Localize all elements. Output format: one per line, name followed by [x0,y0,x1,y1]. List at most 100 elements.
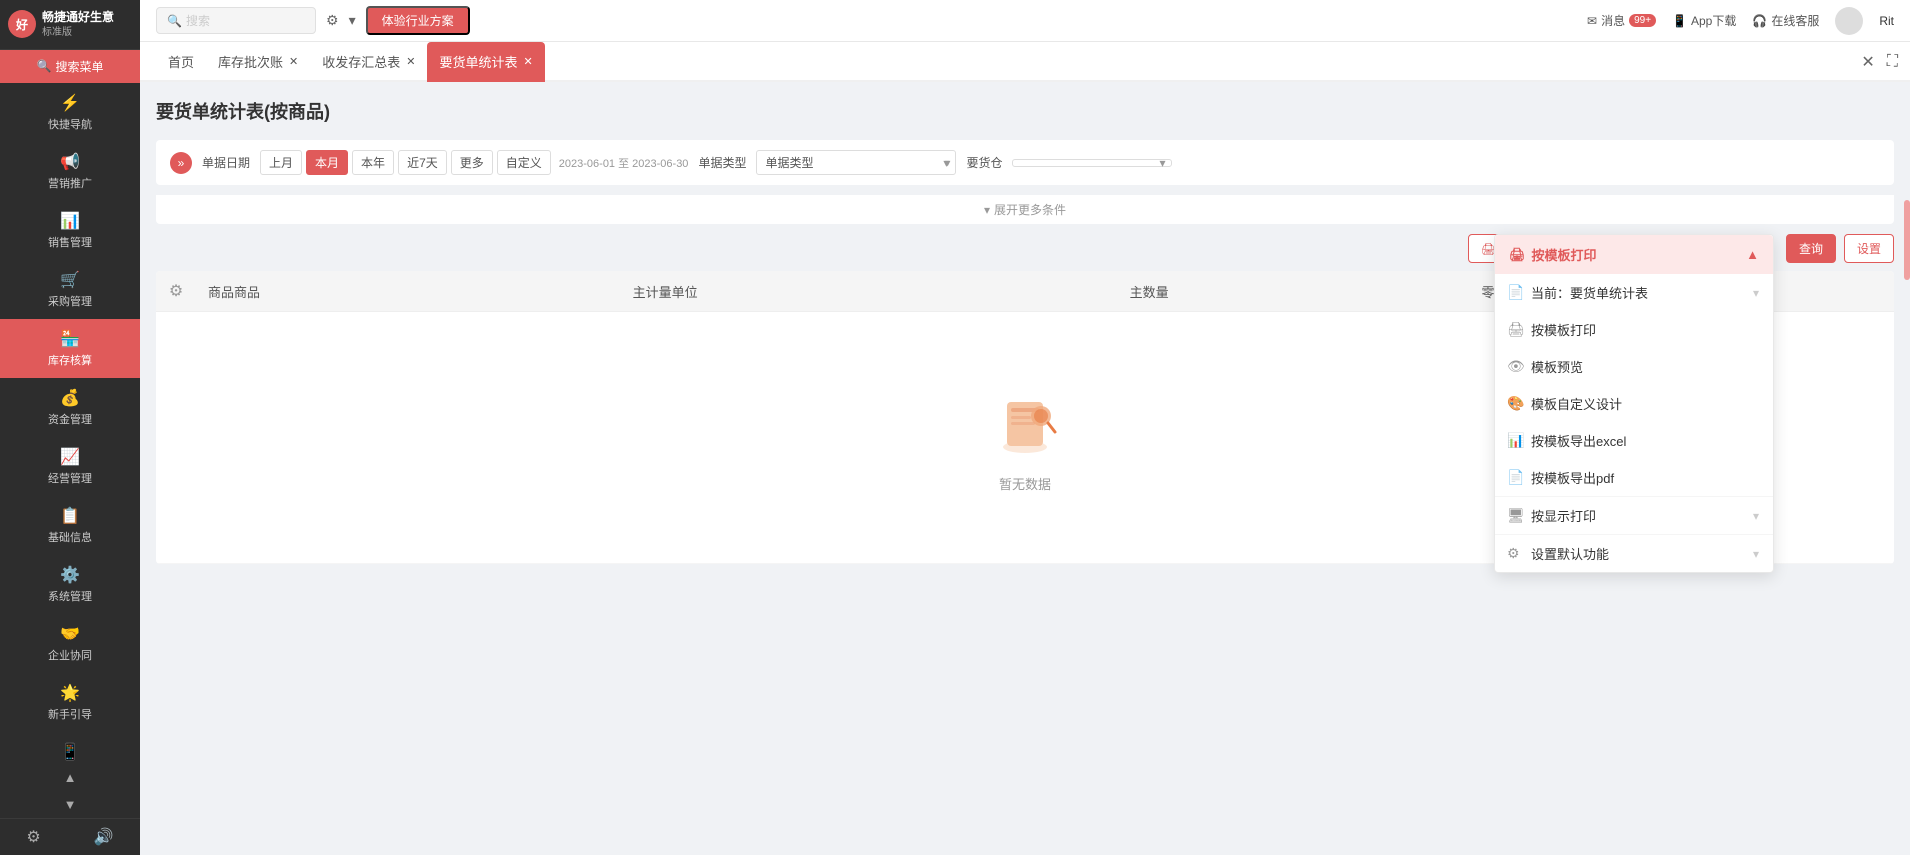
excel-icon: 📊 [1507,432,1524,449]
date-btn-more[interactable]: 更多 [451,150,493,175]
sidebar-item-finance[interactable]: 💰 资金管理 [0,378,140,437]
tab-collect-summary[interactable]: 收发存汇总表 ✕ [310,42,427,82]
tab-home[interactable]: 首页 [156,42,206,82]
query-button[interactable]: 查询 [1786,234,1836,263]
sidebar-item-inventory[interactable]: 🏪 库存核算 [0,319,140,378]
topbar-search-box[interactable]: 🔍 搜索 [156,7,316,34]
window-controls: ✕ ⛶ [1849,42,1910,82]
table-col-product: 商品商品 [196,271,621,312]
user-avatar[interactable] [1835,7,1863,35]
collab-icon: 🤝 [60,624,80,644]
sound-bottom-icon[interactable]: 🔊 [94,827,114,847]
sidebar-item-guide[interactable]: 🌟 新手引导 [0,673,140,732]
settings-button[interactable]: 设置 [1844,234,1894,263]
print-current-item[interactable]: 📄 当前：要货单统计表 ▾ [1495,274,1773,311]
print-dropdown: 🖨 按模板打印 ▲ 📄 当前：要货单统计表 ▾ 🖨 按模板打印 👁 模板预览 [1494,234,1774,573]
export-excel-item[interactable]: 📊 按模板导出excel [1495,422,1773,459]
empty-illustration [985,382,1065,462]
type-filter-select[interactable]: 单据类型 [756,150,956,175]
date-btn-this-year[interactable]: 本年 [352,150,394,175]
date-btn-last-month[interactable]: 上月 [260,150,302,175]
date-btn-this-month[interactable]: 本月 [306,150,348,175]
display-print-section[interactable]: 🖥 按显示打印 ▾ [1495,496,1773,534]
operation-icon: 📈 [60,447,80,467]
date-btn-custom[interactable]: 自定义 [497,150,551,175]
sidebar: 好 畅捷通好生意 标准版 🔍 搜索菜单 ⚡ 快捷导航 📢 营销推广 📊 销售管理… [0,0,140,855]
table-col-unit: 主计量单位 [621,271,1118,312]
tab-order-stats[interactable]: 要货单统计表 ✕ [427,42,544,82]
filter-expand-button[interactable]: » [170,152,192,174]
set-default-section[interactable]: ⚙ 设置默认功能 ▾ [1495,534,1773,572]
print-template-item[interactable]: 🖨 按模板打印 [1495,311,1773,348]
online-service-item[interactable]: 🎧 在线客服 [1752,12,1819,29]
sidebar-bottom: ⚙ 🔊 [0,818,140,855]
date-range-display: 2023-06-01 至 2023-06-30 [559,155,689,171]
quick-nav-icon: ⚡ [60,93,80,113]
message-badge: 99+ [1629,14,1656,27]
expand-more-bar[interactable]: ▾ 展开更多条件 [156,195,1894,224]
sidebar-item-sales[interactable]: 📊 销售管理 [0,201,140,260]
marketing-icon: 📢 [60,152,80,172]
topbar-dropdown-icon[interactable]: ▾ [349,12,356,29]
window-expand-icon[interactable]: ⛶ [1883,51,1902,73]
app-icon: 📱 [1672,14,1687,28]
sidebar-item-basic[interactable]: 📋 基础信息 [0,496,140,555]
yaohuo-filter-label: 要货仓 [966,154,1002,171]
window-close-icon[interactable]: ✕ [1857,50,1878,74]
message-icon: ✉ [1587,14,1597,28]
empty-text: 暂无数据 [999,474,1051,493]
page-content: 要货单统计表(按商品) » 单据日期 上月 本月 本年 近7天 更多 自定义 2… [140,82,1910,855]
right-scrollbar[interactable] [1904,200,1910,280]
sidebar-nav: ⚡ 快捷导航 📢 营销推广 📊 销售管理 🛒 采购管理 🏪 库存核算 💰 资金管… [0,83,140,764]
table-col-qty: 主数量 [1118,271,1470,312]
message-item[interactable]: ✉ 消息 99+ [1587,12,1656,29]
system-icon: ⚙️ [60,565,80,585]
date-btn-7days[interactable]: 近7天 [398,150,447,175]
sidebar-item-system[interactable]: ⚙️ 系统管理 [0,555,140,614]
sidebar-scroll-up[interactable]: ▲ [0,764,140,791]
set-default-arrow: ▾ [1753,547,1759,561]
page-title: 要货单统计表(按商品) [156,98,1894,124]
print-icon-icon: 🖨 [1509,247,1526,263]
custom-design-item[interactable]: 🎨 模板自定义设计 [1495,385,1773,422]
tab-close-order-stats[interactable]: ✕ [524,55,533,68]
current-template-icon: 📄 [1507,284,1524,301]
set-default-icon: ⚙ [1507,545,1520,562]
app-download-item[interactable]: 📱 App下载 [1672,12,1736,29]
topbar-gear-icon[interactable]: ⚙ [326,12,339,29]
sidebar-item-collab[interactable]: 🤝 企业协同 [0,614,140,673]
display-print-arrow: ▾ [1753,509,1759,523]
topbar: 🔍 搜索 ⚙ ▾ 体验行业方案 ✉ 消息 99+ 📱 App下载 🎧 在线客服 … [140,0,1910,42]
tab-bar: 首页 库存批次账 ✕ 收发存汇总表 ✕ 要货单统计表 ✕ ✕ ⛶ [140,42,1910,82]
sidebar-search[interactable]: 🔍 搜索菜单 [0,50,140,83]
preview-template-item[interactable]: 👁 模板预览 [1495,348,1773,385]
date-filter-label: 单据日期 [202,154,250,171]
print-dropdown-header: 🖨 按模板打印 ▲ [1495,235,1773,274]
tab-close-collect-summary[interactable]: ✕ [406,55,415,68]
tab-inventory-batch[interactable]: 库存批次账 ✕ [206,42,310,82]
sidebar-item-quick-nav[interactable]: ⚡ 快捷导航 [0,83,140,142]
yaohuo-filter-select[interactable] [1012,159,1172,167]
sidebar-scroll-down[interactable]: ▼ [0,791,140,818]
preview-icon: 👁 [1507,358,1525,375]
settings-bottom-icon[interactable]: ⚙ [26,827,40,847]
inventory-icon: 🏪 [60,329,80,349]
print-tmpl-icon: 🖨 [1507,321,1525,338]
main-area: 🔍 搜索 ⚙ ▾ 体验行业方案 ✉ 消息 99+ 📱 App下载 🎧 在线客服 … [140,0,1910,855]
design-icon: 🎨 [1507,395,1524,412]
toolbar: 🖨 按模板打印 ▲ 📤 导出 ↻ 刷新 ··· 查询 设置 🖨 按模板打印 [156,234,1894,263]
pdf-icon: 📄 [1507,469,1524,486]
sidebar-item-purchase[interactable]: 🛒 采购管理 [0,260,140,319]
type-filter-select-wrapper: 单据类型 [756,150,956,175]
sidebar-item-appstore[interactable]: 📱 应用中心 [0,732,140,764]
finance-icon: 💰 [60,388,80,408]
trial-button[interactable]: 体验行业方案 [366,6,470,35]
sidebar-item-marketing[interactable]: 📢 营销推广 [0,142,140,201]
table-setting-header[interactable]: ⚙ [156,271,196,312]
topbar-search-icon: 🔍 [167,14,182,28]
tab-close-inventory-batch[interactable]: ✕ [289,55,298,68]
guide-icon: 🌟 [60,683,80,703]
sidebar-item-operation[interactable]: 📈 经营管理 [0,437,140,496]
print-dropdown-close[interactable]: ▲ [1746,247,1759,262]
export-pdf-item[interactable]: 📄 按模板导出pdf [1495,459,1773,496]
